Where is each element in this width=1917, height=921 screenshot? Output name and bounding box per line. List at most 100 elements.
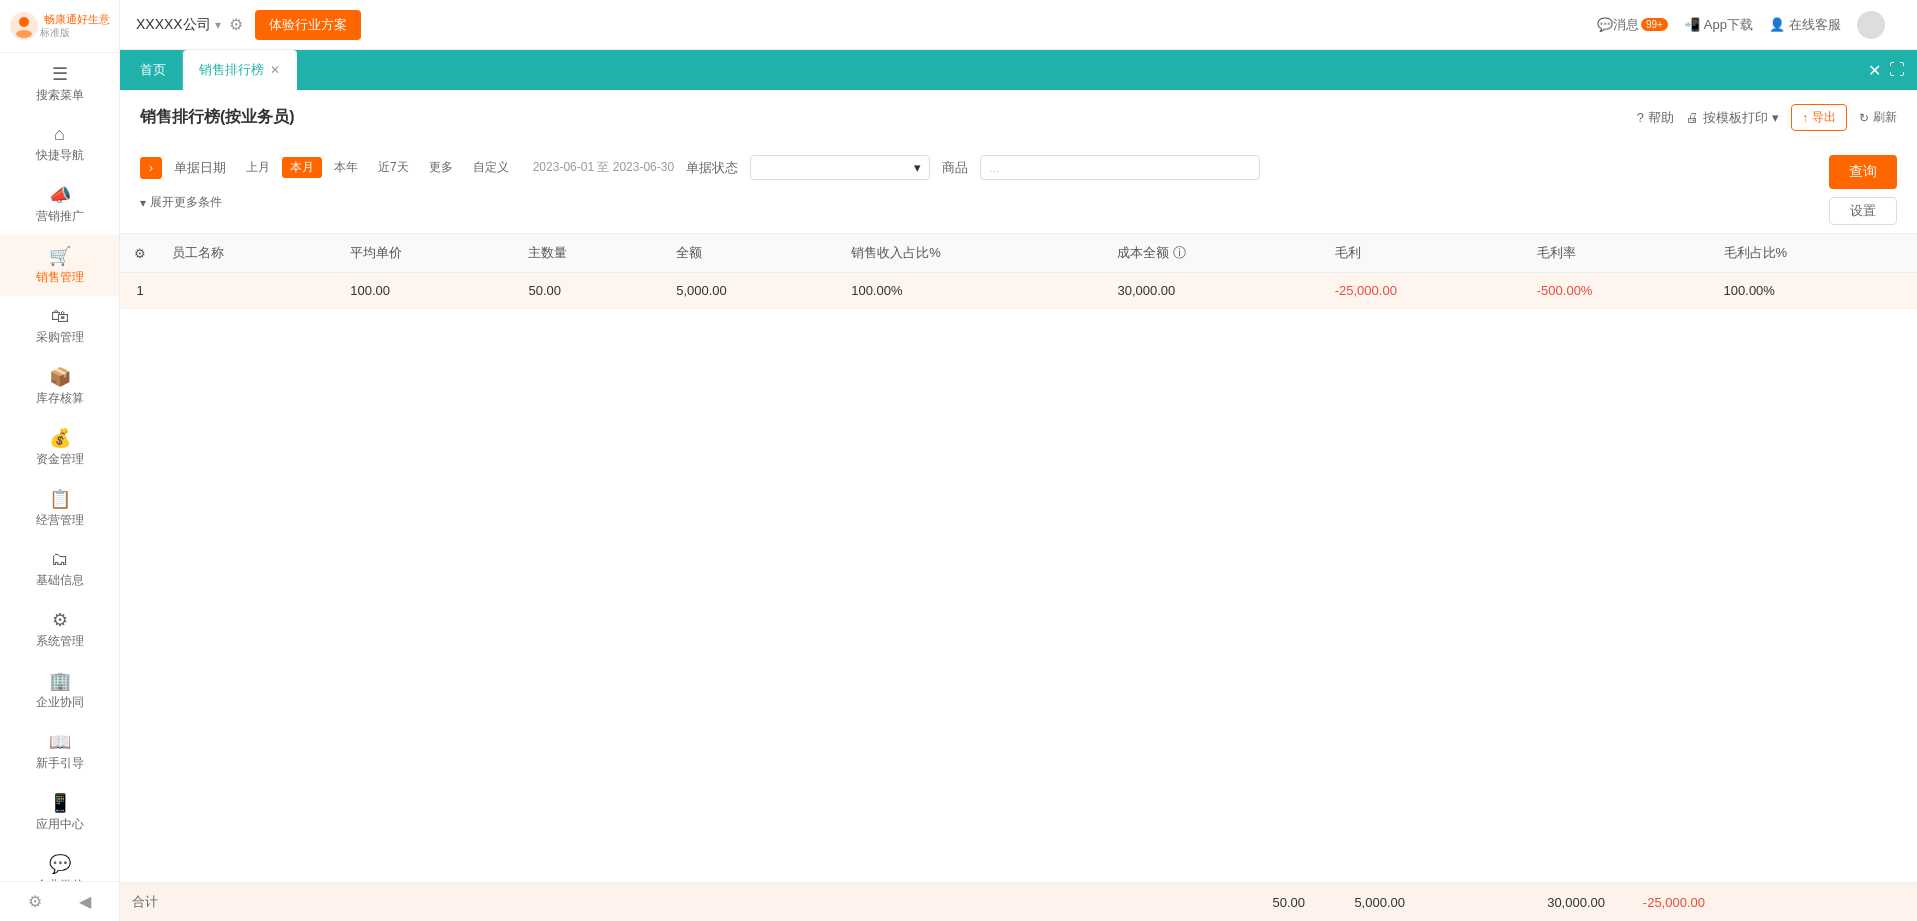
sidebar-bottom: ⚙ ◀ [0, 881, 119, 921]
message-icon: 💬 [1597, 17, 1613, 32]
app-subtitle: 标准版 [40, 26, 110, 40]
sidebar-item-apps[interactable]: 📱 应用中心 [0, 782, 119, 843]
sidebar-item-sales[interactable]: 🛒 销售管理 [0, 235, 119, 296]
col-gross-pct: 毛利占比% [1712, 234, 1917, 273]
goods-filter-label: 商品 [942, 159, 968, 177]
sidebar-item-label: 基础信息 [36, 572, 84, 589]
status-filter-label: 单据状态 [686, 159, 738, 177]
basic-icon: 🗂 [51, 549, 69, 570]
tabbar-expand-icon[interactable]: ⛶ [1889, 61, 1905, 79]
status-dropdown-icon: ▾ [914, 160, 921, 175]
expand-more-label: 展开更多条件 [150, 194, 222, 211]
logo-icon [8, 10, 40, 42]
date-tab-current[interactable]: 本月 [282, 157, 322, 178]
tab-close-icon[interactable]: ✕ [270, 63, 280, 77]
topbar-gear-icon[interactable]: ⚙ [229, 15, 243, 34]
expand-more-btn[interactable]: ▾ 展开更多条件 [140, 188, 1813, 217]
sidebar-item-marketing[interactable]: 📣 营销推广 [0, 174, 119, 235]
col-gross: 毛利 [1323, 234, 1525, 273]
sidebar-item-guide[interactable]: 📖 新手引导 [0, 721, 119, 782]
cell-rank: 1 [120, 273, 160, 309]
export-icon: ↑ [1802, 111, 1808, 125]
apps-icon: 📱 [49, 792, 71, 814]
company-selector[interactable]: XXXXX公司 ▾ [136, 16, 221, 34]
date-tab-custom[interactable]: 自定义 [465, 157, 517, 178]
guide-icon: 📖 [49, 731, 71, 753]
footer-cost: 30,000.00 [1505, 895, 1605, 910]
date-tab-7days[interactable]: 近7天 [370, 157, 417, 178]
system-icon: ⚙ [52, 609, 68, 631]
col-qty: 主数量 [516, 234, 664, 273]
app-download-btn[interactable]: 📲 App下载 [1684, 16, 1753, 34]
finance-icon: 💰 [49, 427, 71, 449]
date-filter-label: 单据日期 [174, 159, 226, 177]
page-title: 销售排行榜(按业务员) [140, 107, 295, 128]
table-footer: 合计 50.00 5,000.00 30,000.00 -25,000.00 [120, 882, 1917, 921]
message-btn[interactable]: 💬 消息 99+ [1597, 16, 1668, 34]
inventory-icon: 📦 [49, 366, 71, 388]
service-icon: 👤 [1769, 17, 1785, 32]
sidebar-item-enterprise[interactable]: 🏢 企业协同 [0, 660, 119, 721]
sidebar-item-system[interactable]: ⚙ 系统管理 [0, 599, 119, 660]
cell-gross-rate: -500.00% [1525, 273, 1712, 309]
sidebar-item-wechat[interactable]: 💬 企业微信 [0, 843, 119, 881]
tabbar-close-icon[interactable]: ✕ [1868, 61, 1881, 80]
search-menu-icon: ☰ [52, 63, 68, 85]
filter-toggle-icon: › [149, 161, 153, 175]
sidebar-item-quick-nav[interactable]: ⌂ 快捷导航 [0, 114, 119, 174]
marketing-icon: 📣 [49, 184, 71, 206]
col-amount: 全额 [664, 234, 839, 273]
tab-home-label: 首页 [140, 61, 166, 79]
filter-toggle-btn[interactable]: › [140, 157, 162, 179]
sidebar-item-inventory[interactable]: 📦 库存核算 [0, 356, 119, 417]
cell-cost: 30,000.00 [1105, 273, 1322, 309]
sidebar-item-label: 库存核算 [36, 390, 84, 407]
sidebar-item-label: 系统管理 [36, 633, 84, 650]
sidebar-item-label: 资金管理 [36, 451, 84, 468]
sidebar-item-finance[interactable]: 💰 资金管理 [0, 417, 119, 478]
col-avg-price: 平均单价 [338, 234, 516, 273]
sales-rank-table: ⚙ 员工名称 平均单价 主数量 全额 销售收入占比% 成本全额 ⓘ 毛利 毛利率… [120, 234, 1917, 309]
sidebar-item-label: 搜索菜单 [36, 87, 84, 104]
date-tabs: 上月 本月 本年 近7天 更多 自定义 [238, 157, 517, 178]
sidebar-item-search[interactable]: ☰ 搜索菜单 [0, 53, 119, 114]
footer-gross: -25,000.00 [1605, 895, 1705, 910]
status-select[interactable]: ▾ [750, 155, 930, 180]
setting-btn[interactable]: 设置 [1829, 197, 1897, 225]
industry-btn[interactable]: 体验行业方案 [255, 10, 361, 40]
help-btn[interactable]: ? 帮助 [1637, 109, 1674, 127]
export-label: 导出 [1812, 109, 1836, 126]
company-name: XXXXX公司 [136, 16, 211, 34]
sidebar-settings-icon[interactable]: ⚙ [28, 892, 42, 911]
refresh-icon: ↻ [1859, 111, 1869, 125]
sidebar-collapse-icon[interactable]: ◀ [79, 892, 91, 911]
refresh-btn[interactable]: ↻ 刷新 [1859, 109, 1897, 126]
date-tab-year[interactable]: 本年 [326, 157, 366, 178]
enterprise-icon: 🏢 [49, 670, 71, 692]
page-actions: ? 帮助 🖨 按模板打印 ▾ ↑ 导出 ↻ 刷新 [1637, 104, 1897, 131]
export-btn[interactable]: ↑ 导出 [1791, 104, 1847, 131]
tab-sales-rank[interactable]: 销售排行榜 ✕ [183, 50, 297, 90]
table-header-row: ⚙ 员工名称 平均单价 主数量 全额 销售收入占比% 成本全额 ⓘ 毛利 毛利率… [120, 234, 1917, 273]
tab-sales-rank-label: 销售排行榜 [199, 61, 264, 79]
app-name: 畅康通好生意 [44, 12, 110, 26]
message-badge: 99+ [1641, 18, 1668, 31]
print-btn[interactable]: 🖨 按模板打印 ▾ [1686, 109, 1779, 127]
avatar[interactable] [1857, 11, 1885, 39]
date-tab-prev[interactable]: 上月 [238, 157, 278, 178]
sidebar-item-business[interactable]: 📋 经营管理 [0, 478, 119, 539]
goods-input[interactable]: ... [980, 155, 1260, 180]
online-service-btn[interactable]: 👤 在线客服 [1769, 16, 1841, 34]
sidebar-item-label: 采购管理 [36, 329, 84, 346]
date-tab-more[interactable]: 更多 [421, 157, 461, 178]
tab-home[interactable]: 首页 [124, 50, 183, 90]
sidebar-item-label: 经营管理 [36, 512, 84, 529]
query-btn[interactable]: 查询 [1829, 155, 1897, 189]
sidebar-item-basic[interactable]: 🗂 基础信息 [0, 539, 119, 599]
sidebar-item-purchase[interactable]: 🛍 采购管理 [0, 296, 119, 356]
sidebar-item-label: 快捷导航 [36, 147, 84, 164]
sidebar-nav: ☰ 搜索菜单 ⌂ 快捷导航 📣 营销推广 🛒 销售管理 🛍 采购管理 📦 库存核… [0, 53, 119, 881]
purchase-icon: 🛍 [51, 306, 69, 327]
online-service-label: 在线客服 [1789, 16, 1841, 34]
col-cost: 成本全额 ⓘ [1105, 234, 1322, 273]
